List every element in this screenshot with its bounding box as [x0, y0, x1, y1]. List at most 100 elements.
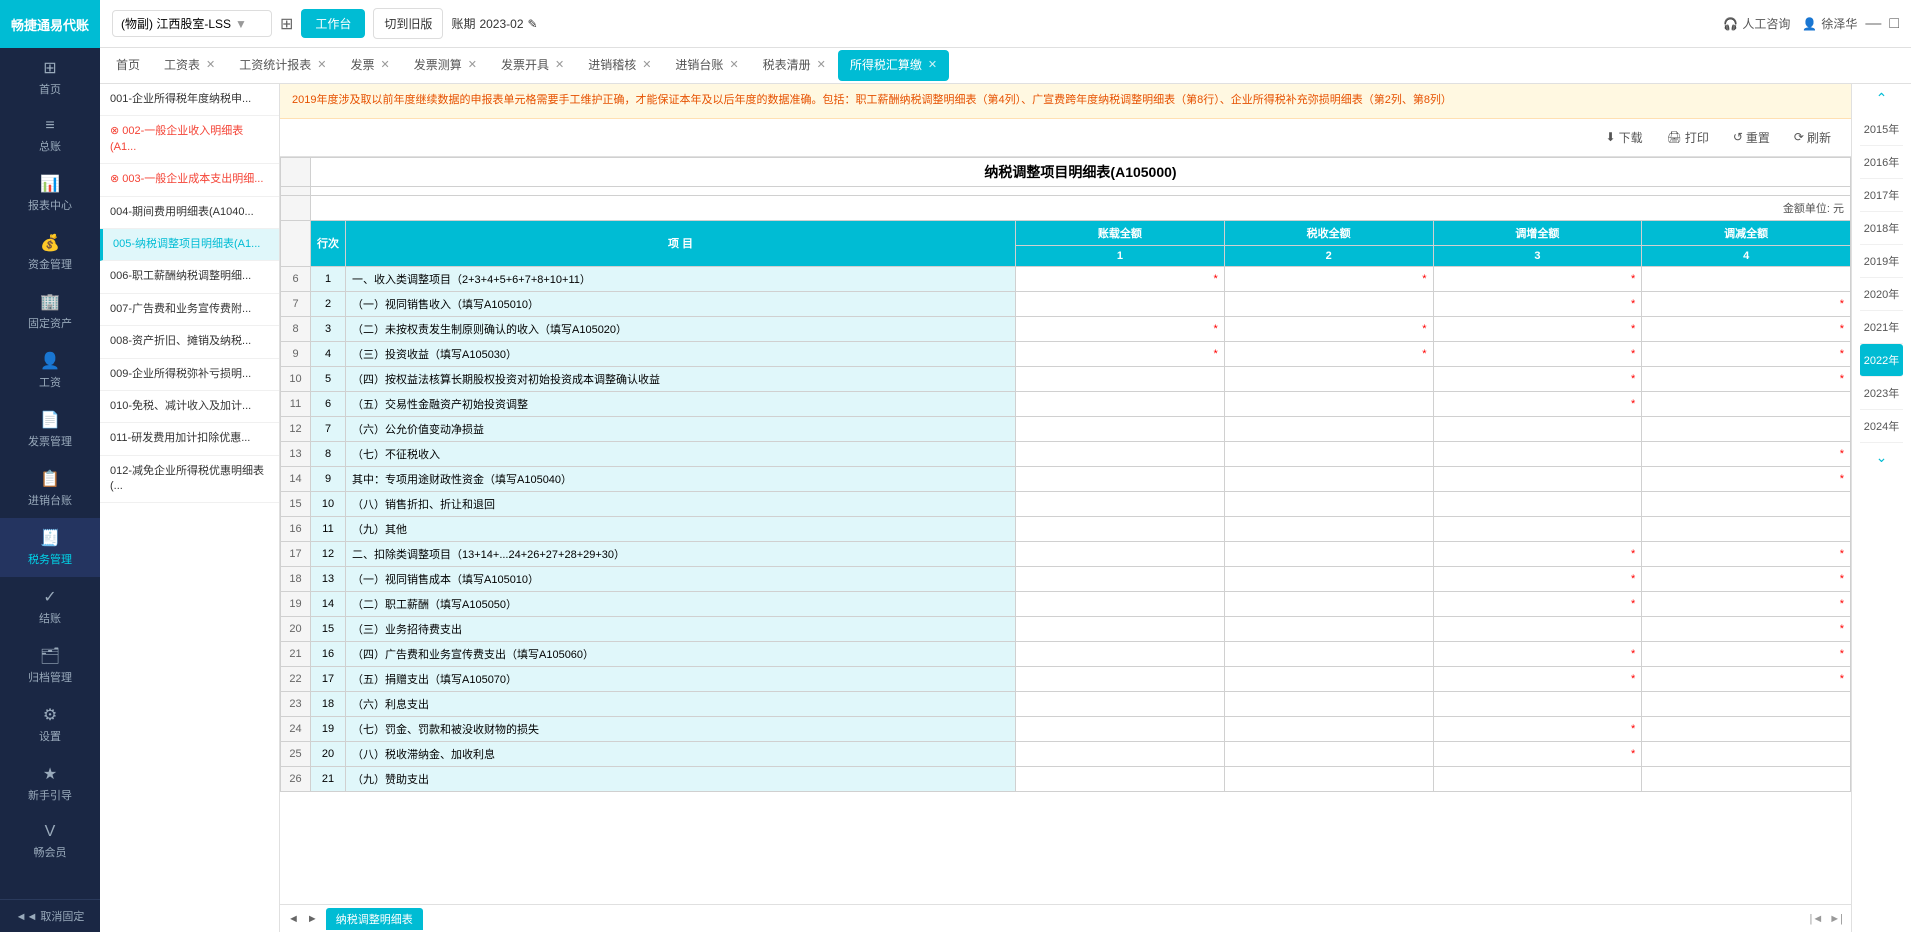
tab-income-tax[interactable]: 所得税汇算缴✕	[838, 50, 949, 81]
empty-row-2	[281, 186, 1851, 195]
tab-invoice-open[interactable]: 发票开具✕	[489, 50, 576, 81]
sidebar-item-label: 总账	[39, 138, 61, 154]
home-icon: ⊞	[43, 58, 56, 78]
user-menu[interactable]: 👤 徐泽华	[1802, 15, 1857, 32]
col-header-col2: 税收全额	[1224, 220, 1433, 245]
year-scroll-up[interactable]: ⌃	[1870, 84, 1894, 113]
refresh-button[interactable]: ⟳ 刷新	[1786, 125, 1839, 150]
year-scroll-down[interactable]: ⌄	[1870, 443, 1894, 472]
panel-item-005[interactable]: 005-纳税调整项目明细表(A1...	[100, 229, 279, 261]
panel-item-001[interactable]: 001-企业所得税年度纳税申...	[100, 84, 279, 116]
year-item-2022年[interactable]: 2022年	[1860, 344, 1903, 377]
content-area: 001-企业所得税年度纳税申...⊗002-一般企业收入明细表(A1...⊗00…	[100, 84, 1911, 932]
tab-close-invoice[interactable]: ✕	[381, 58, 390, 71]
tab-close-tax-clear[interactable]: ✕	[817, 58, 826, 71]
panel-item-004[interactable]: 004-期间费用明细表(A1040...	[100, 197, 279, 229]
maximize-icon[interactable]: □	[1889, 15, 1899, 33]
panel-item-003[interactable]: ⊗003-一般企业成本支出明细...	[100, 164, 279, 196]
header-row: 行次项 目账载全额税收全额调增全额调减全额	[281, 220, 1851, 245]
unpin-button[interactable]: ◄◄ 取消固定	[0, 899, 100, 932]
period-edit-icon[interactable]: ✎	[528, 17, 538, 31]
asterisk: *	[1840, 598, 1844, 610]
sidebar-item-label: 结账	[39, 610, 61, 626]
download-button[interactable]: ⬇ 下载	[1598, 125, 1651, 150]
invoice-mgr-icon: 📄	[40, 410, 60, 430]
prev-sheet-icon[interactable]: ◄	[288, 913, 299, 925]
tab-close-invoice-calc[interactable]: ✕	[468, 58, 477, 71]
year-item-2019年[interactable]: 2019年	[1860, 245, 1903, 278]
asterisk: *	[1631, 573, 1635, 585]
col-sub-col1: 1	[1016, 245, 1225, 266]
panel-item-007[interactable]: 007-广告费和业务宣传费附...	[100, 294, 279, 326]
year-item-2020年[interactable]: 2020年	[1860, 278, 1903, 311]
tab-payroll[interactable]: 工资表✕	[152, 50, 227, 81]
panel-item-012[interactable]: 012-减免企业所得税优惠明细表(...	[100, 456, 279, 504]
tab-label-home: 首页	[116, 56, 140, 73]
tab-close-payroll[interactable]: ✕	[206, 58, 215, 71]
panel-item-008[interactable]: 008-资产折旧、摊销及纳税...	[100, 326, 279, 358]
sidebar-item-label: 畅会员	[34, 844, 67, 860]
year-item-2023年[interactable]: 2023年	[1860, 377, 1903, 410]
workspace-button[interactable]: 工作台	[301, 9, 365, 38]
company-dropdown-arrow: ▼	[235, 17, 247, 31]
table-row: 72（一）视同销售收入（填写A105010）**	[281, 291, 1851, 316]
asterisk: *	[1840, 673, 1844, 685]
spreadsheet-container[interactable]: 纳税调整项目明细表(A105000)金额单位: 元行次项 目账载全额税收全额调增…	[280, 157, 1851, 904]
panel-item-010[interactable]: 010-免税、减计收入及加计...	[100, 391, 279, 423]
sidebar-item-in-account-mgr[interactable]: 📋进销台账	[0, 459, 100, 518]
tab-close-invoice-open[interactable]: ✕	[555, 58, 564, 71]
sidebar-item-label: 固定资产	[28, 315, 72, 331]
asterisk: *	[1422, 273, 1426, 285]
tab-close-in-invoice-check[interactable]: ✕	[642, 58, 651, 71]
tab-close-income-tax[interactable]: ✕	[928, 58, 937, 71]
company-settings-icon[interactable]: ⊞	[280, 14, 293, 34]
print-button[interactable]: 🖨 打印	[1659, 125, 1717, 150]
sidebar-item-asset[interactable]: 💰资金管理	[0, 223, 100, 282]
scroll-left-icon[interactable]: |◄	[1810, 913, 1824, 925]
tab-close-in-account[interactable]: ✕	[729, 58, 738, 71]
sheet-tab[interactable]: 纳税调整明细表	[326, 908, 423, 930]
tab-close-payroll-stat[interactable]: ✕	[317, 58, 326, 71]
sidebar-item-report[interactable]: 📊报表中心	[0, 164, 100, 223]
sidebar-item-member[interactable]: V畅会员	[0, 813, 100, 870]
panel-item-002[interactable]: ⊗002-一般企业收入明细表(A1...	[100, 116, 279, 164]
service-link[interactable]: 🎧 人工咨询	[1723, 15, 1790, 32]
tab-invoice-calc[interactable]: 发票测算✕	[402, 50, 489, 81]
sheet-table: 纳税调整项目明细表(A105000)金额单位: 元行次项 目账载全额税收全额调增…	[280, 157, 1851, 792]
tab-invoice[interactable]: 发票✕	[338, 50, 401, 81]
col-header-hang: 行次	[311, 220, 346, 266]
next-sheet-icon[interactable]: ►	[307, 913, 318, 925]
year-item-2017年[interactable]: 2017年	[1860, 179, 1903, 212]
sidebar-item-payroll[interactable]: 👤工资	[0, 341, 100, 400]
old-version-button[interactable]: 切到旧版	[373, 8, 443, 39]
tab-payroll-stat[interactable]: 工资统计报表✕	[227, 50, 338, 81]
sidebar-item-label: 资金管理	[28, 256, 72, 272]
minimize-icon[interactable]: —	[1865, 15, 1881, 33]
panel-item-009[interactable]: 009-企业所得税弥补亏损明...	[100, 359, 279, 391]
year-item-2018年[interactable]: 2018年	[1860, 212, 1903, 245]
asterisk: *	[1631, 648, 1635, 660]
reset-button[interactable]: ↺ 重置	[1725, 125, 1778, 150]
tab-home[interactable]: 首页	[104, 50, 152, 81]
tab-in-invoice-check[interactable]: 进销稽核✕	[576, 50, 663, 81]
scroll-right-icon[interactable]: ►|	[1829, 913, 1843, 925]
panel-item-011[interactable]: 011-研发费用加计扣除优惠...	[100, 423, 279, 455]
sidebar-item-general[interactable]: ≡总账	[0, 107, 100, 164]
sidebar-item-invoice-mgr[interactable]: 📄发票管理	[0, 400, 100, 459]
year-item-2015年[interactable]: 2015年	[1860, 113, 1903, 146]
sidebar-item-settings[interactable]: ⚙设置	[0, 695, 100, 754]
year-item-2024年[interactable]: 2024年	[1860, 410, 1903, 443]
sidebar-item-guide[interactable]: ★新手引导	[0, 754, 100, 813]
tab-tax-clear[interactable]: 税表清册✕	[751, 50, 838, 81]
sidebar-item-fixed[interactable]: 🏢固定资产	[0, 282, 100, 341]
company-selector[interactable]: (物副) 江西股室-LSS ▼	[112, 10, 272, 37]
sidebar-item-tax[interactable]: 🧾税务管理	[0, 518, 100, 577]
sidebar-item-archive[interactable]: 🗂归档管理	[0, 636, 100, 695]
sidebar-item-home[interactable]: ⊞首页	[0, 48, 100, 107]
year-item-2021年[interactable]: 2021年	[1860, 311, 1903, 344]
sidebar-item-close[interactable]: ✓结账	[0, 577, 100, 636]
year-item-2016年[interactable]: 2016年	[1860, 146, 1903, 179]
panel-item-006[interactable]: 006-职工薪酬纳税调整明细...	[100, 261, 279, 293]
table-row: 2015（三）业务招待费支出*	[281, 616, 1851, 641]
tab-in-account[interactable]: 进销台账✕	[663, 50, 750, 81]
